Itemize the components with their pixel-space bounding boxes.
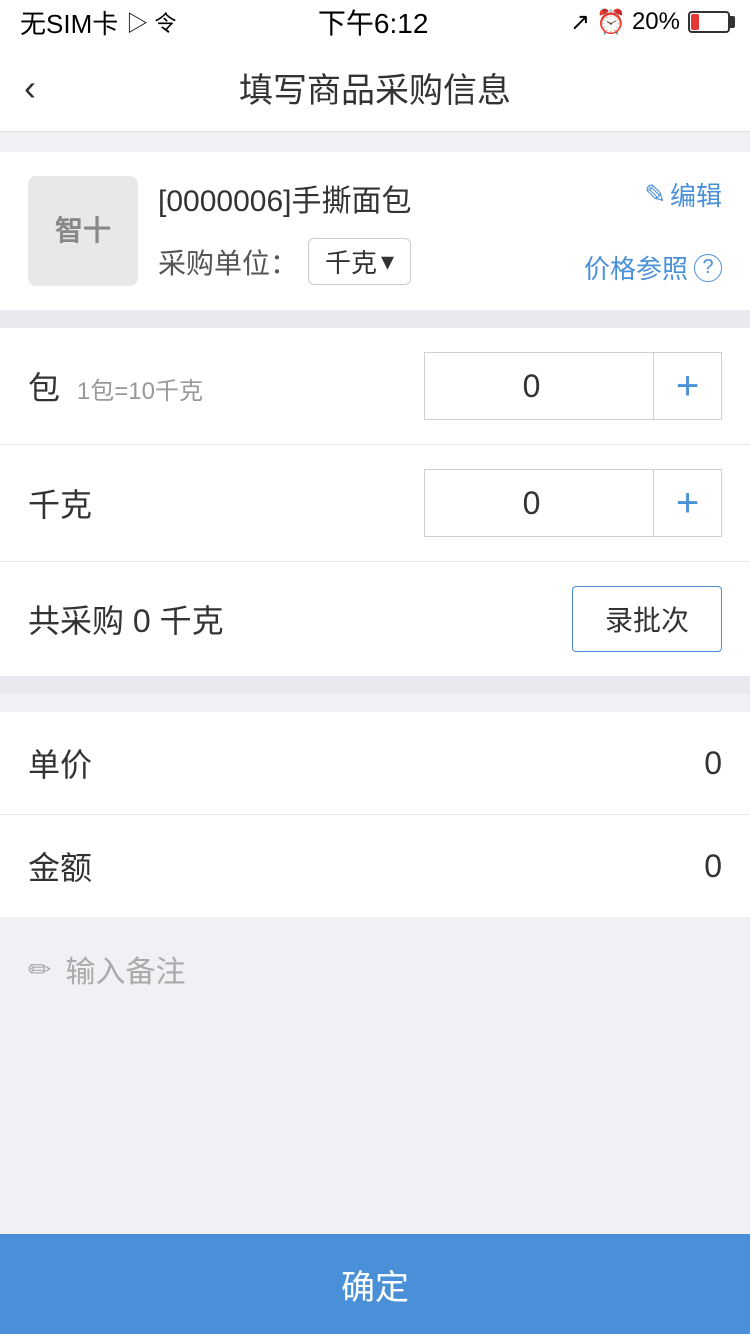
- nav-bar: ‹ 填写商品采购信息: [0, 44, 750, 132]
- edit-icon: ✎: [644, 179, 666, 210]
- status-left: 无SIM卡 ▷︎ 令: [20, 4, 176, 41]
- product-thumbnail: 智十: [28, 176, 138, 286]
- carrier-text: 无SIM卡: [20, 4, 118, 41]
- bao-sub: 1包=10千克: [77, 378, 203, 405]
- section-divider-2: [0, 676, 750, 694]
- kg-plus-button[interactable]: +: [654, 469, 722, 537]
- bao-plus-button[interactable]: +: [654, 352, 722, 420]
- back-button[interactable]: ‹: [24, 67, 36, 109]
- confirm-button[interactable]: 确定: [341, 1260, 409, 1309]
- bao-input-right: +: [424, 352, 722, 420]
- amount-label: 金额: [28, 843, 92, 889]
- wifi-icon: ▷︎ 令: [126, 6, 176, 38]
- edit-label: 编辑: [670, 176, 722, 213]
- product-logo: 智十: [55, 214, 111, 248]
- remark-section[interactable]: ✏ 输入备注: [0, 919, 750, 1019]
- batch-button[interactable]: 录批次: [572, 586, 722, 652]
- pencil-icon: ✏: [28, 953, 51, 986]
- input-section: 包 1包=10千克 + 千克 +: [0, 328, 750, 562]
- price-ref-label: 价格参照: [584, 249, 688, 286]
- alarm-icon: ⏰: [596, 8, 626, 37]
- summary-row: 共采购 0 千克 录批次: [0, 562, 750, 676]
- content-area: 智十 [0000006]手撕面包 采购单位： 千克 ▾ ✎ 编辑 价格参照 ?: [0, 152, 750, 1319]
- section-divider-1: [0, 310, 750, 328]
- page-title: 填写商品采购信息: [239, 63, 511, 112]
- unit-select[interactable]: 千克 ▾: [308, 238, 411, 285]
- price-ref-button[interactable]: 价格参照 ?: [584, 249, 722, 286]
- help-icon: ?: [694, 254, 722, 282]
- location-icon: ↗: [570, 8, 590, 37]
- product-card: 智十 [0000006]手撕面包 采购单位： 千克 ▾ ✎ 编辑 价格参照 ?: [0, 152, 750, 310]
- unit-price-row: 单价 0: [0, 712, 750, 815]
- edit-button[interactable]: ✎ 编辑: [644, 176, 722, 213]
- product-name: [0000006]手撕面包: [158, 176, 722, 220]
- chevron-down-icon: ▾: [381, 246, 394, 277]
- price-section: 单价 0 金额 0: [0, 712, 750, 917]
- status-right: ↗ ⏰ 20%: [570, 8, 730, 37]
- status-time: 下午6:12: [318, 2, 429, 42]
- amount-row: 金额 0: [0, 815, 750, 917]
- unit-price-value: 0: [704, 745, 722, 782]
- bao-number-input[interactable]: [424, 352, 654, 420]
- kg-number-input[interactable]: [424, 469, 654, 537]
- battery-icon: [688, 11, 730, 33]
- kg-input-right: +: [424, 469, 722, 537]
- status-bar: 无SIM卡 ▷︎ 令 下午6:12 ↗ ⏰ 20%: [0, 0, 750, 44]
- kg-input-row: 千克 +: [0, 445, 750, 562]
- confirm-bar[interactable]: 确定: [0, 1234, 750, 1334]
- amount-value: 0: [704, 848, 722, 885]
- unit-label: 采购单位：: [158, 242, 298, 282]
- kg-label: 千克: [28, 480, 92, 526]
- battery-text: 20%: [632, 8, 680, 36]
- fill-space: [0, 1019, 750, 1219]
- unit-value: 千克: [325, 243, 377, 280]
- battery-fill: [691, 14, 699, 30]
- bao-label-group: 包 1包=10千克: [28, 363, 203, 409]
- bao-input-row: 包 1包=10千克 +: [0, 328, 750, 445]
- remark-placeholder: 输入备注: [65, 947, 185, 991]
- unit-price-label: 单价: [28, 740, 92, 786]
- summary-text: 共采购 0 千克: [28, 596, 224, 642]
- bao-label: 包: [28, 370, 60, 406]
